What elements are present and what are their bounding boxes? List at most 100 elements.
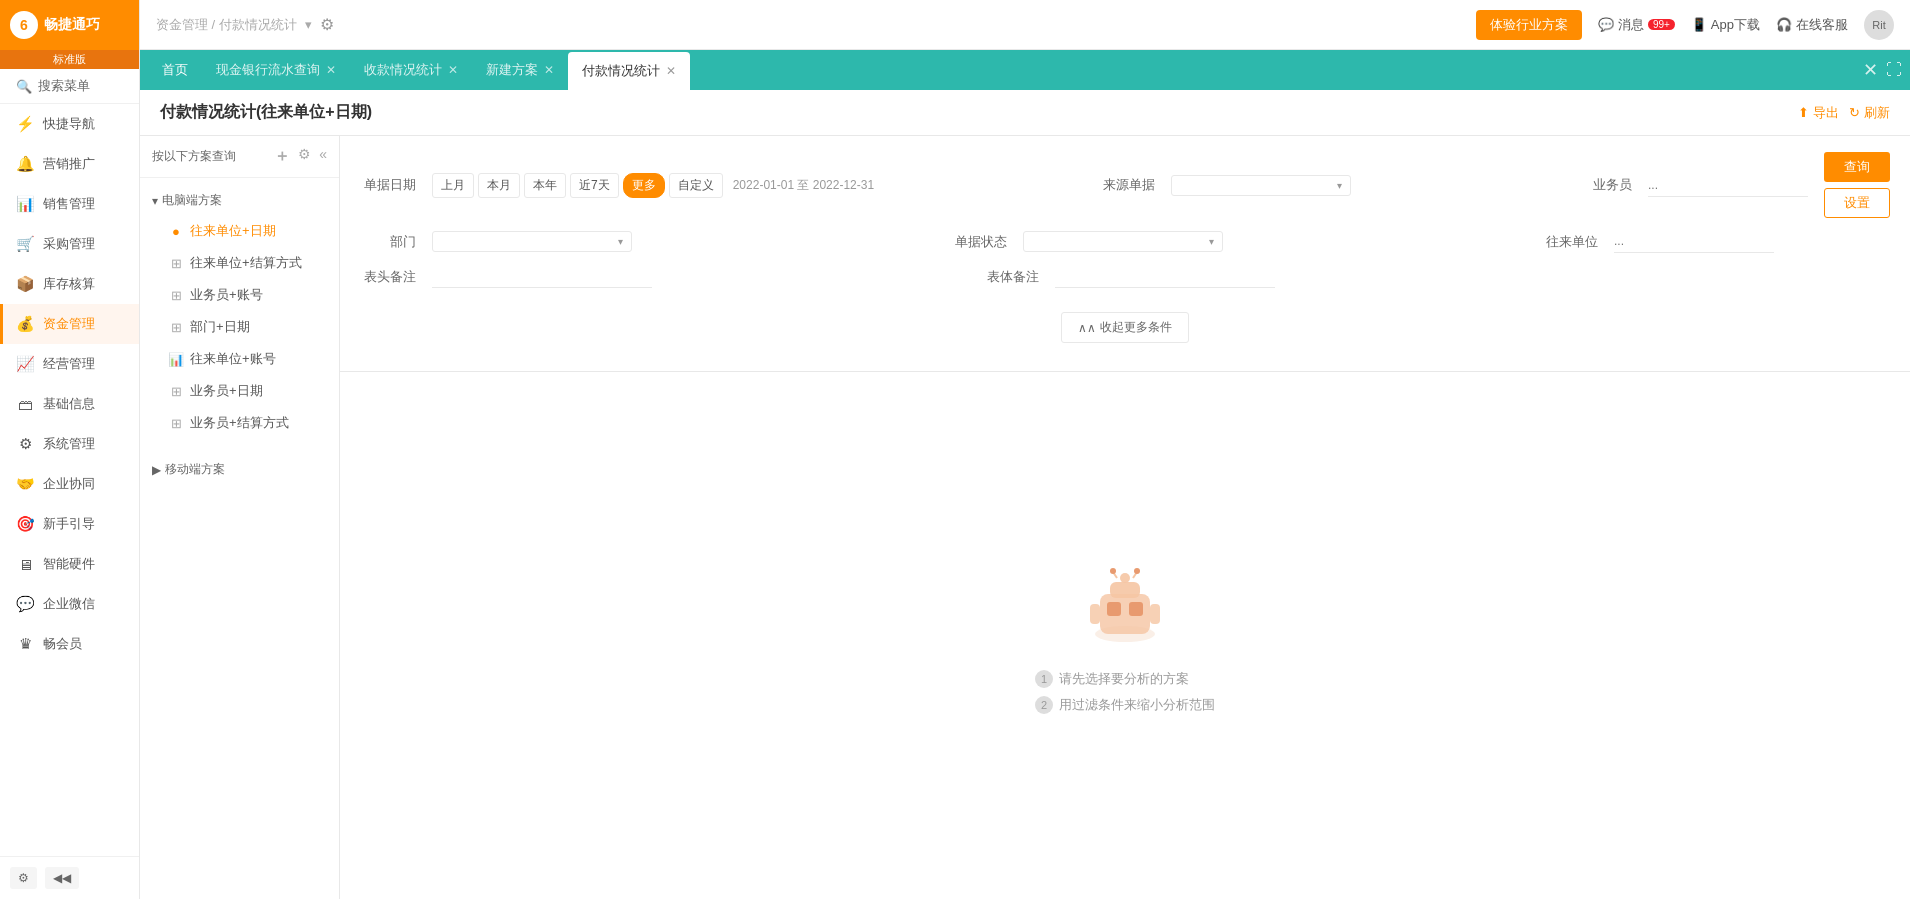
- tab-bank-close-icon[interactable]: ✕: [326, 63, 336, 77]
- date-buttons: 上月 本月 本年 近7天 更多 自定义 2022-01-01 至 2022-12…: [432, 173, 874, 198]
- scheme-icon: ⊞: [168, 287, 184, 303]
- sidebar-item-wechat[interactable]: 💬 企业微信: [0, 584, 139, 624]
- user-avatar[interactable]: Rit: [1864, 10, 1894, 40]
- scheme-item-label: 部门+日期: [190, 318, 250, 336]
- sidebar-item-member[interactable]: ♛ 畅会员: [0, 624, 139, 664]
- date-btn-more[interactable]: 更多: [623, 173, 665, 198]
- svg-point-10: [1110, 568, 1116, 574]
- service-label: 在线客服: [1796, 16, 1848, 34]
- sidebar-item-label: 经营管理: [43, 355, 95, 373]
- date-btn-7days[interactable]: 近7天: [570, 173, 619, 198]
- sidebar-item-label: 智能硬件: [43, 555, 95, 573]
- tab-payment[interactable]: 付款情况统计 ✕: [568, 52, 690, 90]
- scheme-item-dept-date[interactable]: ⊞ 部门+日期: [140, 311, 339, 343]
- tab-payment-close-icon[interactable]: ✕: [666, 64, 676, 78]
- sidebar-item-hardware[interactable]: 🖥 智能硬件: [0, 544, 139, 584]
- voucher-status-label: 单据状态: [951, 233, 1007, 251]
- close-all-icon[interactable]: ✕: [1863, 59, 1878, 81]
- voucher-status-select[interactable]: ▾: [1023, 231, 1223, 252]
- settings-bottom-btn[interactable]: ⚙: [10, 867, 37, 889]
- tabbar: 首页 现金银行流水查询 ✕ 收款情况统计 ✕ 新建方案 ✕ 付款情况统计 ✕ ✕…: [140, 50, 1910, 90]
- header-settings-icon[interactable]: ⚙: [320, 15, 334, 34]
- tab-receipts[interactable]: 收款情况统计 ✕: [350, 50, 472, 90]
- sidebar-item-label: 营销推广: [43, 155, 95, 173]
- right-content: 单据日期 上月 本月 本年 近7天 更多 自定义 2022-01-01 至 20…: [340, 136, 1910, 899]
- filter-row-2: 部门 ▾ 单据状态 ▾ 往来单位: [360, 230, 1890, 253]
- date-btn-this-year[interactable]: 本年: [524, 173, 566, 198]
- chevron-down-icon: ▾: [152, 194, 158, 208]
- source-select[interactable]: ▾: [1171, 175, 1351, 196]
- date-btn-last-month[interactable]: 上月: [432, 173, 474, 198]
- filter-area: 单据日期 上月 本月 本年 近7天 更多 自定义 2022-01-01 至 20…: [340, 136, 1910, 372]
- svg-rect-6: [1110, 582, 1140, 598]
- export-btn[interactable]: ⬆ 导出: [1798, 104, 1839, 122]
- sidebar-item-purchase[interactable]: 🛒 采购管理: [0, 224, 139, 264]
- scheme-group-mobile-title[interactable]: ▶ 移动端方案: [140, 455, 339, 484]
- app-download-action[interactable]: 📱 App下载: [1691, 16, 1760, 34]
- collapse-sidebar-btn[interactable]: ◀◀: [45, 867, 79, 889]
- logo-text: 畅捷通巧: [44, 16, 100, 34]
- sidebar-item-basic[interactable]: 🗃 基础信息: [0, 384, 139, 424]
- refresh-btn[interactable]: ↻ 刷新: [1849, 104, 1890, 122]
- collapse-panel-icon[interactable]: «: [319, 146, 327, 167]
- scheme-settings-icon[interactable]: ⚙: [298, 146, 311, 167]
- scheme-item-label: 业务员+日期: [190, 382, 263, 400]
- dept-select[interactable]: ▾: [432, 231, 632, 252]
- export-label: 导出: [1813, 104, 1839, 122]
- tabbar-right: ✕ ⛶: [1863, 59, 1902, 81]
- table-header-note-input[interactable]: [432, 265, 652, 288]
- sidebar-item-enterprise[interactable]: 🤝 企业协同: [0, 464, 139, 504]
- date-btn-this-month[interactable]: 本月: [478, 173, 520, 198]
- tab-receipts-close-icon[interactable]: ✕: [448, 63, 458, 77]
- sidebar-item-label: 新手引导: [43, 515, 95, 533]
- sidebar-item-quick-nav[interactable]: ⚡ 快捷导航: [0, 104, 139, 144]
- sidebar-nav: ⚡ 快捷导航 🔔 营销推广 📊 销售管理 🛒 采购管理 📦 库存核算 💰 资金管…: [0, 104, 139, 856]
- sidebar-item-label: 畅会员: [43, 635, 82, 653]
- salesman-input[interactable]: [1648, 174, 1808, 197]
- tab-new-scheme-close-icon[interactable]: ✕: [544, 63, 554, 77]
- tab-receipts-label: 收款情况统计: [364, 61, 442, 79]
- sidebar-bottom: ⚙ ◀◀: [0, 856, 139, 899]
- sidebar-item-marketing[interactable]: 🔔 营销推广: [0, 144, 139, 184]
- scheme-item-partner-date[interactable]: ● 往来单位+日期: [140, 215, 339, 247]
- scheme-item-salesman-date[interactable]: ⊞ 业务员+日期: [140, 375, 339, 407]
- sidebar-item-sales[interactable]: 📊 销售管理: [0, 184, 139, 224]
- query-btn[interactable]: 查询: [1824, 152, 1890, 182]
- sidebar-search[interactable]: 🔍 搜索菜单: [0, 69, 139, 104]
- maximize-icon[interactable]: ⛶: [1886, 61, 1902, 79]
- partner-input[interactable]: [1614, 230, 1774, 253]
- collapse-conditions-btn[interactable]: ∧∧ 收起更多条件: [1061, 312, 1189, 343]
- message-label: 消息: [1618, 16, 1644, 34]
- scheme-item-salesman-account[interactable]: ⊞ 业务员+账号: [140, 279, 339, 311]
- sidebar-item-system[interactable]: ⚙ 系统管理: [0, 424, 139, 464]
- sidebar-item-capital[interactable]: 💰 资金管理: [0, 304, 139, 344]
- scheme-icon: ⊞: [168, 415, 184, 431]
- tab-bank[interactable]: 现金银行流水查询 ✕: [202, 50, 350, 90]
- sidebar-item-inventory[interactable]: 📦 库存核算: [0, 264, 139, 304]
- trial-btn[interactable]: 体验行业方案: [1476, 10, 1582, 40]
- tip-num-1: 1: [1035, 670, 1053, 688]
- action-buttons: 查询 设置: [1824, 152, 1890, 218]
- filter-settings-btn[interactable]: 设置: [1824, 188, 1890, 218]
- scheme-item-partner-account[interactable]: 📊 往来单位+账号: [140, 343, 339, 375]
- tab-new-scheme[interactable]: 新建方案 ✕: [472, 50, 568, 90]
- table-body-note-input[interactable]: [1055, 265, 1275, 288]
- scheme-item-partner-settle[interactable]: ⊞ 往来单位+结算方式: [140, 247, 339, 279]
- sidebar-item-guide[interactable]: 🎯 新手引导: [0, 504, 139, 544]
- customer-service-action[interactable]: 🎧 在线客服: [1776, 16, 1848, 34]
- message-action[interactable]: 💬 消息 99+: [1598, 16, 1675, 34]
- scheme-group-pc-title[interactable]: ▾ 电脑端方案: [140, 186, 339, 215]
- add-scheme-icon[interactable]: ＋: [274, 146, 290, 167]
- scheme-item-salesman-settle[interactable]: ⊞ 业务员+结算方式: [140, 407, 339, 439]
- chevron-right-icon: ▶: [152, 463, 161, 477]
- scheme-group-pc: ▾ 电脑端方案 ● 往来单位+日期 ⊞ 往来单位+结算方式 ⊞ 业务员+账号 ⊞: [140, 178, 339, 447]
- sidebar-item-operations[interactable]: 📈 经营管理: [0, 344, 139, 384]
- basic-icon: 🗃: [15, 394, 35, 414]
- collapse-up-icon: ∧∧: [1078, 321, 1096, 335]
- tab-new-scheme-label: 新建方案: [486, 61, 538, 79]
- date-btn-custom[interactable]: 自定义: [669, 173, 723, 198]
- message-icon: 💬: [1598, 17, 1614, 32]
- scheme-icon: ⊞: [168, 255, 184, 271]
- tab-home[interactable]: 首页: [148, 50, 202, 90]
- filter-row-3: 表头备注 表体备注: [360, 265, 1890, 288]
